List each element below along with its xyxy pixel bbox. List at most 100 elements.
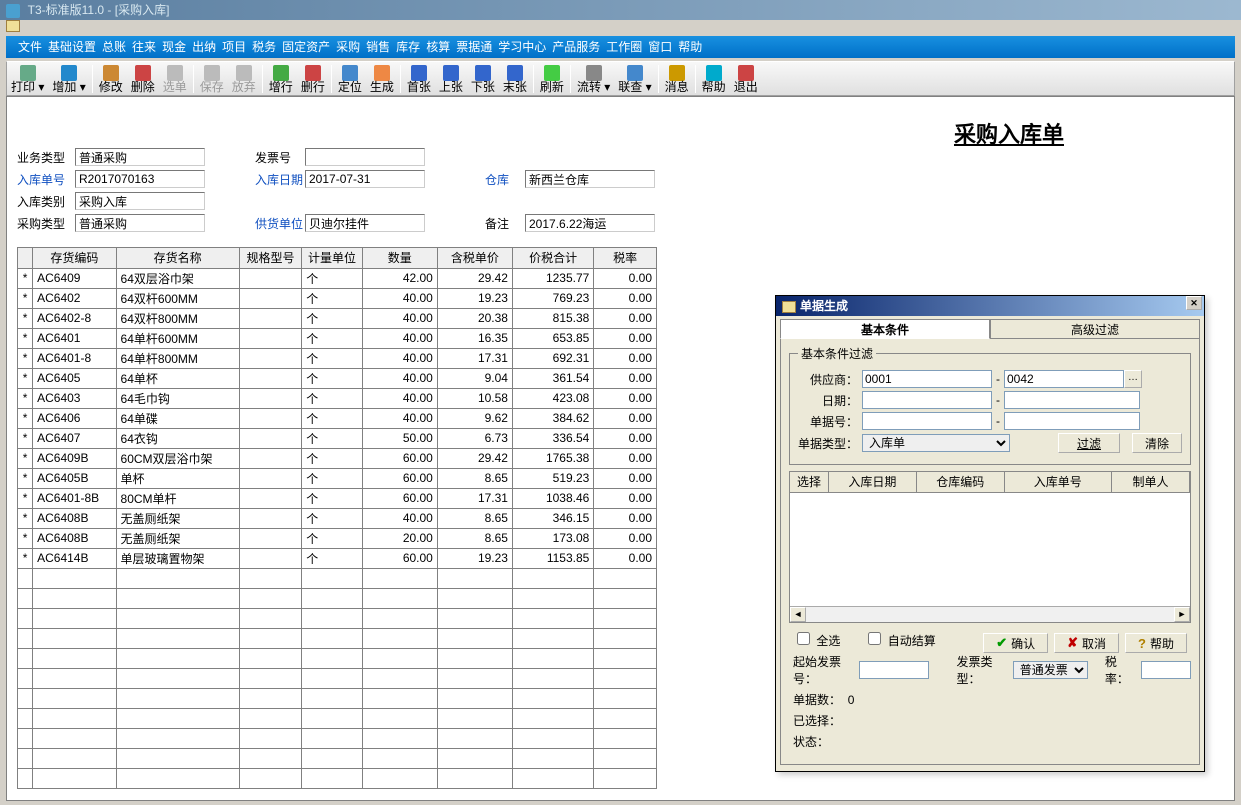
- cell[interactable]: [239, 508, 302, 528]
- column-header[interactable]: 含税单价: [437, 248, 512, 268]
- cell[interactable]: 0.00: [594, 448, 657, 468]
- remark-input[interactable]: [525, 214, 655, 232]
- cell[interactable]: 个: [302, 548, 363, 568]
- table-row[interactable]: *AC6414B单层玻璃置物架个60.0019.231153.850.00: [18, 548, 657, 568]
- cell[interactable]: AC6402: [33, 288, 116, 308]
- table-row[interactable]: *AC640564单杯个40.009.04361.540.00: [18, 368, 657, 388]
- cell[interactable]: 64双杆600MM: [116, 288, 239, 308]
- menu-item[interactable]: 票据通: [456, 40, 492, 54]
- scroll-left-arrow[interactable]: ◄: [790, 607, 806, 622]
- lookup-button[interactable]: …: [1124, 370, 1142, 388]
- menu-item[interactable]: 总账: [102, 40, 126, 54]
- toolbar-定位[interactable]: 定位: [334, 64, 366, 94]
- cell[interactable]: 60.00: [362, 548, 437, 568]
- table-row[interactable]: *AC640664单碟个40.009.62384.620.00: [18, 408, 657, 428]
- cell[interactable]: 个: [302, 388, 363, 408]
- toolbar-流转[interactable]: 流转 ▾: [573, 64, 614, 94]
- cell[interactable]: 1153.85: [512, 548, 593, 568]
- cell[interactable]: 64双层浴巾架: [116, 268, 239, 288]
- table-row[interactable]: *AC6401-8B80CM单杆个60.0017.311038.460.00: [18, 488, 657, 508]
- ok-button[interactable]: ✔确认: [983, 633, 1048, 653]
- filter-supplier-to[interactable]: [1004, 370, 1124, 388]
- column-header[interactable]: 价税合计: [512, 248, 593, 268]
- cell[interactable]: 40.00: [362, 408, 437, 428]
- cell[interactable]: 64单碟: [116, 408, 239, 428]
- cell[interactable]: 8.65: [437, 528, 512, 548]
- toolbar-帮助[interactable]: 帮助: [698, 64, 730, 94]
- start-invoice-input[interactable]: [859, 661, 929, 679]
- cell[interactable]: [239, 308, 302, 328]
- cell[interactable]: [239, 488, 302, 508]
- cell[interactable]: 50.00: [362, 428, 437, 448]
- toolbar-删除[interactable]: 删除: [127, 64, 159, 94]
- cell[interactable]: 0.00: [594, 288, 657, 308]
- cell[interactable]: 17.31: [437, 348, 512, 368]
- menu-item[interactable]: 采购: [336, 40, 360, 54]
- cell[interactable]: AC6408B: [33, 528, 116, 548]
- scroll-track[interactable]: [806, 607, 1174, 622]
- cell[interactable]: [239, 268, 302, 288]
- cell[interactable]: 10.58: [437, 388, 512, 408]
- cell[interactable]: 40.00: [362, 288, 437, 308]
- cell[interactable]: 9.04: [437, 368, 512, 388]
- cell[interactable]: 346.15: [512, 508, 593, 528]
- filter-docno-to[interactable]: [1004, 412, 1140, 430]
- toolbar-修改[interactable]: 修改: [95, 64, 127, 94]
- cell[interactable]: 0.00: [594, 428, 657, 448]
- invoice-type-select[interactable]: 普通发票: [1013, 661, 1088, 679]
- cell[interactable]: 173.08: [512, 528, 593, 548]
- toolbar-删行[interactable]: 删行: [297, 64, 329, 94]
- column-header[interactable]: 税率: [594, 248, 657, 268]
- cell[interactable]: 个: [302, 348, 363, 368]
- cell[interactable]: 9.62: [437, 408, 512, 428]
- cell[interactable]: 64单杆600MM: [116, 328, 239, 348]
- cell[interactable]: [239, 428, 302, 448]
- menu-item[interactable]: 帮助: [678, 40, 702, 54]
- result-col-header[interactable]: 选择: [790, 472, 829, 492]
- cell[interactable]: 单层玻璃置物架: [116, 548, 239, 568]
- checkall-checkbox[interactable]: [797, 632, 810, 645]
- column-header[interactable]: 规格型号: [239, 248, 302, 268]
- toolbar-联查[interactable]: 联查 ▾: [614, 64, 655, 94]
- entry-date-input[interactable]: [305, 170, 425, 188]
- cell[interactable]: 19.23: [437, 288, 512, 308]
- cell[interactable]: 20.00: [362, 528, 437, 548]
- cell[interactable]: 40.00: [362, 308, 437, 328]
- cell[interactable]: AC6401-8B: [33, 488, 116, 508]
- cell[interactable]: AC6402-8: [33, 308, 116, 328]
- cell[interactable]: 653.85: [512, 328, 593, 348]
- filter-date-from[interactable]: [862, 391, 992, 409]
- cell[interactable]: 64单杆800MM: [116, 348, 239, 368]
- scroll-right-arrow[interactable]: ►: [1174, 607, 1190, 622]
- toolbar-增加[interactable]: 增加 ▾: [48, 64, 89, 94]
- table-row[interactable]: *AC6401-864单杆800MM个40.0017.31692.310.00: [18, 348, 657, 368]
- cell[interactable]: [239, 388, 302, 408]
- result-col-header[interactable]: 制单人: [1112, 472, 1190, 492]
- menu-item[interactable]: 工作圈: [606, 40, 642, 54]
- table-row[interactable]: *AC6408B无盖厕纸架个20.008.65173.080.00: [18, 528, 657, 548]
- cell[interactable]: 16.35: [437, 328, 512, 348]
- cell[interactable]: AC6406: [33, 408, 116, 428]
- cell[interactable]: 0.00: [594, 388, 657, 408]
- filter-date-to[interactable]: [1004, 391, 1140, 409]
- column-header[interactable]: 计量单位: [302, 248, 363, 268]
- cell[interactable]: 769.23: [512, 288, 593, 308]
- toolbar-消息[interactable]: 消息: [661, 64, 693, 94]
- cell[interactable]: AC6409: [33, 268, 116, 288]
- dialog-close-button[interactable]: ✕: [1186, 296, 1202, 310]
- menu-item[interactable]: 现金: [162, 40, 186, 54]
- warehouse-input[interactable]: [525, 170, 655, 188]
- cell[interactable]: 60.00: [362, 488, 437, 508]
- cell[interactable]: [239, 548, 302, 568]
- cell[interactable]: 19.23: [437, 548, 512, 568]
- toolbar-下张[interactable]: 下张: [467, 64, 499, 94]
- cell[interactable]: AC6407: [33, 428, 116, 448]
- cell[interactable]: [239, 288, 302, 308]
- toolbar-打印[interactable]: 打印 ▾: [7, 64, 48, 94]
- cell[interactable]: 0.00: [594, 508, 657, 528]
- cell[interactable]: 个: [302, 448, 363, 468]
- entry-cat-input[interactable]: [75, 192, 205, 210]
- table-row[interactable]: *AC6402-864双杆800MM个40.0020.38815.380.00: [18, 308, 657, 328]
- cell[interactable]: 个: [302, 488, 363, 508]
- cell[interactable]: [239, 528, 302, 548]
